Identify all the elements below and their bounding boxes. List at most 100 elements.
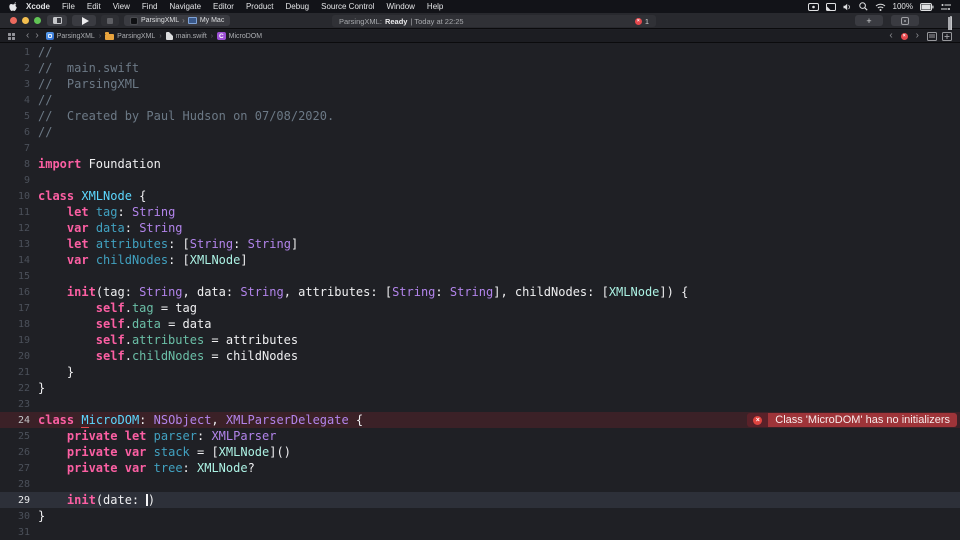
code-line-30[interactable]: 30} <box>0 508 960 524</box>
code-line-16[interactable]: 16 init(tag: String, data: String, attri… <box>0 284 960 300</box>
code-line-25[interactable]: 25 private let parser: XMLParser <box>0 428 960 444</box>
line-number[interactable]: 4 <box>0 95 30 106</box>
line-number[interactable]: 3 <box>0 79 30 90</box>
navigator-toggle-button[interactable] <box>47 15 67 26</box>
menu-editor[interactable]: Editor <box>207 0 240 13</box>
next-issue-button[interactable]: › <box>913 30 922 42</box>
line-number[interactable]: 31 <box>0 527 30 538</box>
line-number[interactable]: 7 <box>0 143 30 154</box>
code-line-19[interactable]: 19 self.attributes = attributes <box>0 332 960 348</box>
line-number[interactable]: 26 <box>0 447 30 458</box>
breadcrumb-item[interactable]: main.swift <box>165 31 207 41</box>
line-number[interactable]: 10 <box>0 191 30 202</box>
breadcrumb-item[interactable]: ParsingXML <box>105 31 155 40</box>
line-number[interactable]: 27 <box>0 463 30 474</box>
run-button[interactable] <box>72 15 96 26</box>
code-line-28[interactable]: 28 <box>0 476 960 492</box>
code-line-8[interactable]: 8 import Foundation <box>0 156 960 172</box>
line-number[interactable]: 12 <box>0 223 30 234</box>
screen-mirroring-icon[interactable] <box>825 2 836 11</box>
code-line-24[interactable]: 24 class MicroDOM: NSObject, XMLParserDel… <box>0 412 960 428</box>
menu-window[interactable]: Window <box>380 0 420 13</box>
code-line-3[interactable]: 3 // ParsingXML <box>0 76 960 92</box>
zoom-window-button[interactable] <box>34 17 41 24</box>
code-line-14[interactable]: 14 var childNodes: [XMLNode] <box>0 252 960 268</box>
menu-product[interactable]: Product <box>240 0 280 13</box>
add-editor-icon[interactable] <box>942 31 952 41</box>
line-number[interactable]: 17 <box>0 303 30 314</box>
code-line-5[interactable]: 5 // Created by Paul Hudson on 07/08/2020… <box>0 108 960 124</box>
issue-indicator-icon[interactable]: × <box>900 32 908 40</box>
scheme-selector[interactable]: ParsingXML › My Mac <box>124 15 231 26</box>
code-line-17[interactable]: 17 self.tag = tag <box>0 300 960 316</box>
activity-status-bar[interactable]: ParsingXML: Ready | Today at 22:25 × 1 <box>332 15 656 27</box>
line-number[interactable]: 25 <box>0 431 30 442</box>
line-number[interactable]: 14 <box>0 255 30 266</box>
add-button[interactable]: + <box>855 15 883 26</box>
line-number[interactable]: 6 <box>0 127 30 138</box>
battery-percentage[interactable]: 100% <box>893 2 913 11</box>
line-number[interactable]: 28 <box>0 479 30 490</box>
line-number[interactable]: 5 <box>0 111 30 122</box>
code-line-22[interactable]: 22} <box>0 380 960 396</box>
apple-menu[interactable] <box>6 1 20 12</box>
code-line-9[interactable]: 9 <box>0 172 960 188</box>
back-button[interactable]: ‹ <box>23 30 32 42</box>
line-number[interactable]: 21 <box>0 367 30 378</box>
error-count-label[interactable]: 1 <box>645 17 649 26</box>
menu-edit[interactable]: Edit <box>81 0 107 13</box>
line-number[interactable]: 29 <box>0 495 30 506</box>
code-line-27[interactable]: 27 private var tree: XMLNode? <box>0 460 960 476</box>
line-number[interactable]: 19 <box>0 335 30 346</box>
line-number[interactable]: 18 <box>0 319 30 330</box>
code-line-31[interactable]: 31 <box>0 524 960 540</box>
menu-source-control[interactable]: Source Control <box>315 0 380 13</box>
menu-view[interactable]: View <box>107 0 136 13</box>
menu-help[interactable]: Help <box>421 0 449 13</box>
menu-xcode[interactable]: Xcode <box>20 0 56 13</box>
volume-icon[interactable] <box>843 3 852 11</box>
close-window-button[interactable] <box>10 17 17 24</box>
line-number[interactable]: 24 <box>0 415 30 426</box>
line-number[interactable]: 2 <box>0 63 30 74</box>
battery-icon[interactable] <box>920 2 934 11</box>
code-line-29[interactable]: 29 init(date: ) <box>0 492 960 508</box>
error-annotation[interactable]: × Class 'MicroDOM' has no initializers <box>747 413 957 427</box>
line-number[interactable]: 1 <box>0 47 30 58</box>
code-line-13[interactable]: 13 let attributes: [String: String] <box>0 236 960 252</box>
forward-button[interactable]: › <box>32 30 41 42</box>
code-line-7[interactable]: 7 <box>0 140 960 156</box>
line-number[interactable]: 11 <box>0 207 30 218</box>
wifi-icon[interactable] <box>875 3 886 11</box>
code-line-4[interactable]: 4 // <box>0 92 960 108</box>
breadcrumb-item[interactable]: ParsingXML <box>45 32 95 40</box>
code-line-2[interactable]: 2 // main.swift <box>0 60 960 76</box>
line-number[interactable]: 8 <box>0 159 30 170</box>
code-editor[interactable]: 1 // 2 // main.swift 3 // ParsingXML 4 // 5 // Cr… <box>0 44 960 540</box>
code-line-11[interactable]: 11 let tag: String <box>0 204 960 220</box>
line-number[interactable]: 9 <box>0 175 30 186</box>
menu-file[interactable]: File <box>56 0 81 13</box>
code-line-6[interactable]: 6 // <box>0 124 960 140</box>
previous-issue-button[interactable]: ‹ <box>886 30 895 42</box>
line-number[interactable]: 13 <box>0 239 30 250</box>
menu-find[interactable]: Find <box>136 0 164 13</box>
line-number[interactable]: 15 <box>0 271 30 282</box>
code-line-10[interactable]: 10 class XMLNode { <box>0 188 960 204</box>
minimize-window-button[interactable] <box>22 17 29 24</box>
code-line-1[interactable]: 1 // <box>0 44 960 60</box>
breadcrumb-item[interactable]: C MicroDOM <box>217 31 262 41</box>
control-center-icon[interactable] <box>941 3 951 11</box>
code-line-12[interactable]: 12 var data: String <box>0 220 960 236</box>
code-line-15[interactable]: 15 <box>0 268 960 284</box>
line-number[interactable]: 20 <box>0 351 30 362</box>
code-line-20[interactable]: 20 self.childNodes = childNodes <box>0 348 960 364</box>
line-number[interactable]: 30 <box>0 511 30 522</box>
code-line-26[interactable]: 26 private var stack = [XMLNode]() <box>0 444 960 460</box>
library-button[interactable] <box>891 15 919 26</box>
line-number[interactable]: 16 <box>0 287 30 298</box>
line-number[interactable]: 22 <box>0 383 30 394</box>
menu-debug[interactable]: Debug <box>280 0 316 13</box>
code-line-21[interactable]: 21 } <box>0 364 960 380</box>
code-line-23[interactable]: 23 <box>0 396 960 412</box>
